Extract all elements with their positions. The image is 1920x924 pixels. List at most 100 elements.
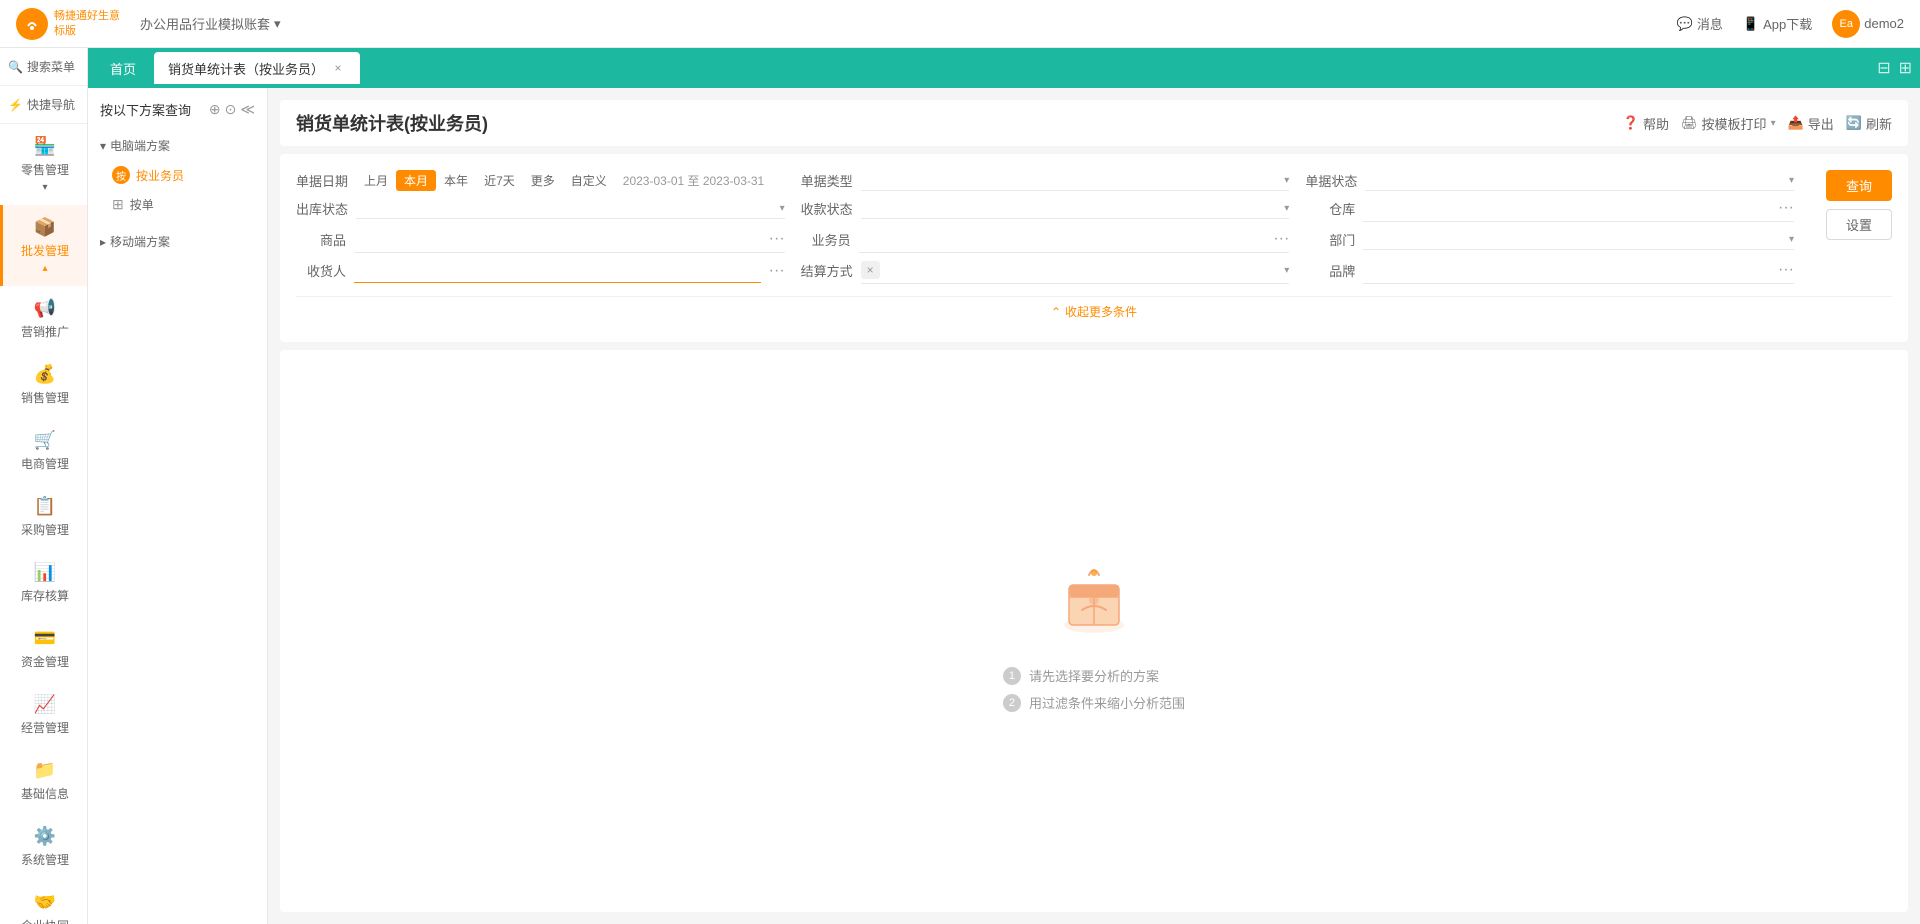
collapse-icon: ⌃ — [1051, 305, 1061, 319]
tab-minimize-button[interactable]: ⊟ — [1877, 58, 1890, 78]
top-header: 畅捷通好生意 标版 办公用品行业模拟账套 ▾ 💬 消息 📱 App下载 Ea d… — [0, 0, 1920, 48]
consignee-label: 收货人 — [296, 261, 346, 280]
app-name-label: 办公用品行业模拟账套 — [140, 14, 270, 33]
operation-icon: 📈 — [34, 694, 56, 715]
filter-actions: 查询 设置 — [1826, 170, 1892, 240]
page-content: 按以下方案查询 ⊕ ⊙ ≪ ▾ 电脑端方案 按 按业务员 — [88, 88, 1920, 924]
dept-arrow: ▾ — [1789, 234, 1794, 245]
date-tab-this-year[interactable]: 本年 — [436, 170, 476, 191]
scheme-group-mobile-label: 移动端方案 — [110, 233, 170, 250]
stock-out-select[interactable]: ▾ — [356, 199, 785, 219]
settlement-tag-close[interactable]: × — [867, 263, 874, 277]
goods-select[interactable]: ··· — [354, 226, 785, 253]
consignee-input[interactable] — [354, 259, 761, 283]
salesman-select[interactable]: ··· — [859, 226, 1290, 253]
receipt-arrow: ▾ — [1284, 203, 1289, 214]
settings-button[interactable]: 设置 — [1826, 209, 1892, 240]
date-tab-more[interactable]: 更多 — [523, 170, 563, 191]
refresh-button[interactable]: 🔄 刷新 — [1846, 114, 1892, 133]
tab-close-button[interactable]: × — [330, 60, 346, 76]
user-profile[interactable]: Ea demo2 — [1832, 10, 1904, 38]
salesman-dots[interactable]: ··· — [1273, 230, 1289, 248]
message-icon: 💬 — [1677, 16, 1693, 32]
dept-select[interactable]: ▾ — [1363, 230, 1794, 250]
warehouse-dots[interactable]: ··· — [1778, 199, 1794, 217]
sidebar-item-wholesale[interactable]: 📦 批发管理 ▴ — [0, 205, 87, 286]
date-tab-this-month[interactable]: 本月 — [396, 170, 436, 191]
sidebar-item-basic[interactable]: 📁 基础信息 — [0, 748, 87, 814]
scheme-item-by-salesman[interactable]: 按 按业务员 — [88, 160, 267, 190]
doc-type-select[interactable]: ▾ — [861, 171, 1290, 191]
tip-num-1: 1 — [1003, 667, 1021, 685]
app-selector-arrow: ▾ — [274, 16, 281, 32]
tab-home[interactable]: 首页 — [96, 52, 150, 84]
sidebar-item-inventory[interactable]: 📊 库存核算 — [0, 550, 87, 616]
sidebar-item-finance[interactable]: 💳 资金管理 — [0, 616, 87, 682]
wholesale-icon: 📦 — [34, 217, 56, 238]
sidebar-item-operation[interactable]: 📈 经营管理 — [0, 682, 87, 748]
scheme-group-arrow: ▾ — [100, 139, 106, 153]
scheme-label-order: 按单 — [130, 196, 154, 213]
sidebar-item-corp[interactable]: 🤝 企业协同 — [0, 880, 87, 924]
empty-state: 1 请先选择要分析的方案 2 用过滤条件来缩小分析范围 — [280, 350, 1908, 912]
tab-expand-button[interactable]: ⊞ — [1899, 58, 1912, 78]
date-tab-last-month[interactable]: 上月 — [356, 170, 396, 191]
date-tab-7days[interactable]: 近7天 — [476, 170, 523, 191]
warehouse-select[interactable]: ··· — [1363, 195, 1794, 222]
sidebar-item-marketing[interactable]: 📢 营销推广 — [0, 286, 87, 352]
app-selector[interactable]: 办公用品行业模拟账套 ▾ — [132, 10, 289, 37]
brand-label: 品牌 — [1305, 261, 1355, 280]
quick-nav[interactable]: ⚡ 快捷导航 — [0, 86, 87, 124]
filter-settlement: 结算方式 × ▾ — [801, 257, 1290, 284]
sidebar-item-purchase[interactable]: 📋 采购管理 — [0, 484, 87, 550]
scheme-sub-icon: ⊞ — [112, 196, 124, 213]
sidebar-search[interactable]: 🔍 搜索菜单 — [0, 48, 87, 86]
app-download-button[interactable]: 📱 App下载 — [1743, 14, 1812, 33]
sidebar-item-retail[interactable]: 🏪 零售管理 ▾ — [0, 124, 87, 205]
export-button[interactable]: 📤 导出 — [1788, 114, 1834, 133]
tip-num-2: 2 — [1003, 694, 1021, 712]
filter-area: 单据日期 上月 本月 本年 近7天 更多 自定义 — [280, 154, 1908, 342]
settlement-select[interactable]: × ▾ — [861, 257, 1290, 284]
receipt-select[interactable]: ▾ — [861, 199, 1290, 219]
tab-active[interactable]: 销货单统计表（按业务员） × — [154, 52, 360, 84]
edit-scheme-button[interactable]: ⊙ — [225, 101, 237, 118]
brand-dots[interactable]: ··· — [1778, 261, 1794, 279]
user-avatar: Ea — [1832, 10, 1860, 38]
help-icon: ❓ — [1623, 115, 1639, 131]
filter-salesman: 业务员 ··· — [801, 226, 1290, 253]
content-area: 首页 销货单统计表（按业务员） × ⊟ ⊞ 按以下方案查询 ⊕ ⊙ — [88, 48, 1920, 924]
filter-receipt: 收款状态 ▾ — [801, 199, 1290, 219]
doc-type-arrow: ▾ — [1284, 175, 1289, 186]
scheme-item-by-order[interactable]: ⊞ 按单 — [88, 190, 267, 219]
brand-select[interactable]: ··· — [1363, 257, 1794, 284]
salesman-label: 业务员 — [801, 230, 851, 249]
help-button[interactable]: ❓ 帮助 — [1623, 114, 1669, 133]
add-scheme-button[interactable]: ⊕ — [209, 101, 221, 118]
doc-type-label: 单据类型 — [801, 171, 853, 190]
stock-out-label: 出库状态 — [296, 199, 348, 218]
header-right: 💬 消息 📱 App下载 Ea demo2 — [1677, 10, 1904, 38]
title-actions: ❓ 帮助 🖨 按模板打印 ▾ 📤 导出 🔄 — [1623, 114, 1892, 133]
doc-status-select[interactable]: ▾ — [1365, 171, 1794, 191]
sidebar-item-system[interactable]: ⚙️ 系统管理 — [0, 814, 87, 880]
empty-tip-2: 2 用过滤条件来缩小分析范围 — [1003, 693, 1185, 712]
scheme-group-desktop-header[interactable]: ▾ 电脑端方案 — [88, 131, 267, 160]
sidebar-item-ecommerce[interactable]: 🛒 电商管理 — [0, 418, 87, 484]
query-button[interactable]: 查询 — [1826, 170, 1892, 201]
goods-dots[interactable]: ··· — [769, 230, 785, 248]
scheme-group-mobile-header[interactable]: ▸ 移动端方案 — [88, 227, 267, 256]
dept-label: 部门 — [1305, 230, 1355, 249]
collapse-filter-button[interactable]: ⌃ 收起更多条件 — [296, 296, 1892, 326]
collapse-panel-button[interactable]: ≪ — [240, 101, 255, 118]
system-icon: ⚙️ — [34, 826, 56, 847]
print-button[interactable]: 🖨 按模板打印 ▾ — [1681, 114, 1776, 133]
tab-bar-actions: ⊟ ⊞ — [1877, 58, 1912, 78]
message-button[interactable]: 💬 消息 — [1677, 14, 1723, 33]
quick-nav-icon: ⚡ — [8, 98, 23, 112]
consignee-dots[interactable]: ··· — [769, 262, 785, 280]
empty-content: 1 请先选择要分析的方案 2 用过滤条件来缩小分析范围 — [1003, 550, 1185, 712]
sidebar-item-sales[interactable]: 💰 销售管理 — [0, 352, 87, 418]
date-tab-custom[interactable]: 自定义 — [563, 170, 615, 191]
filter-stock-out: 出库状态 ▾ — [296, 199, 785, 219]
